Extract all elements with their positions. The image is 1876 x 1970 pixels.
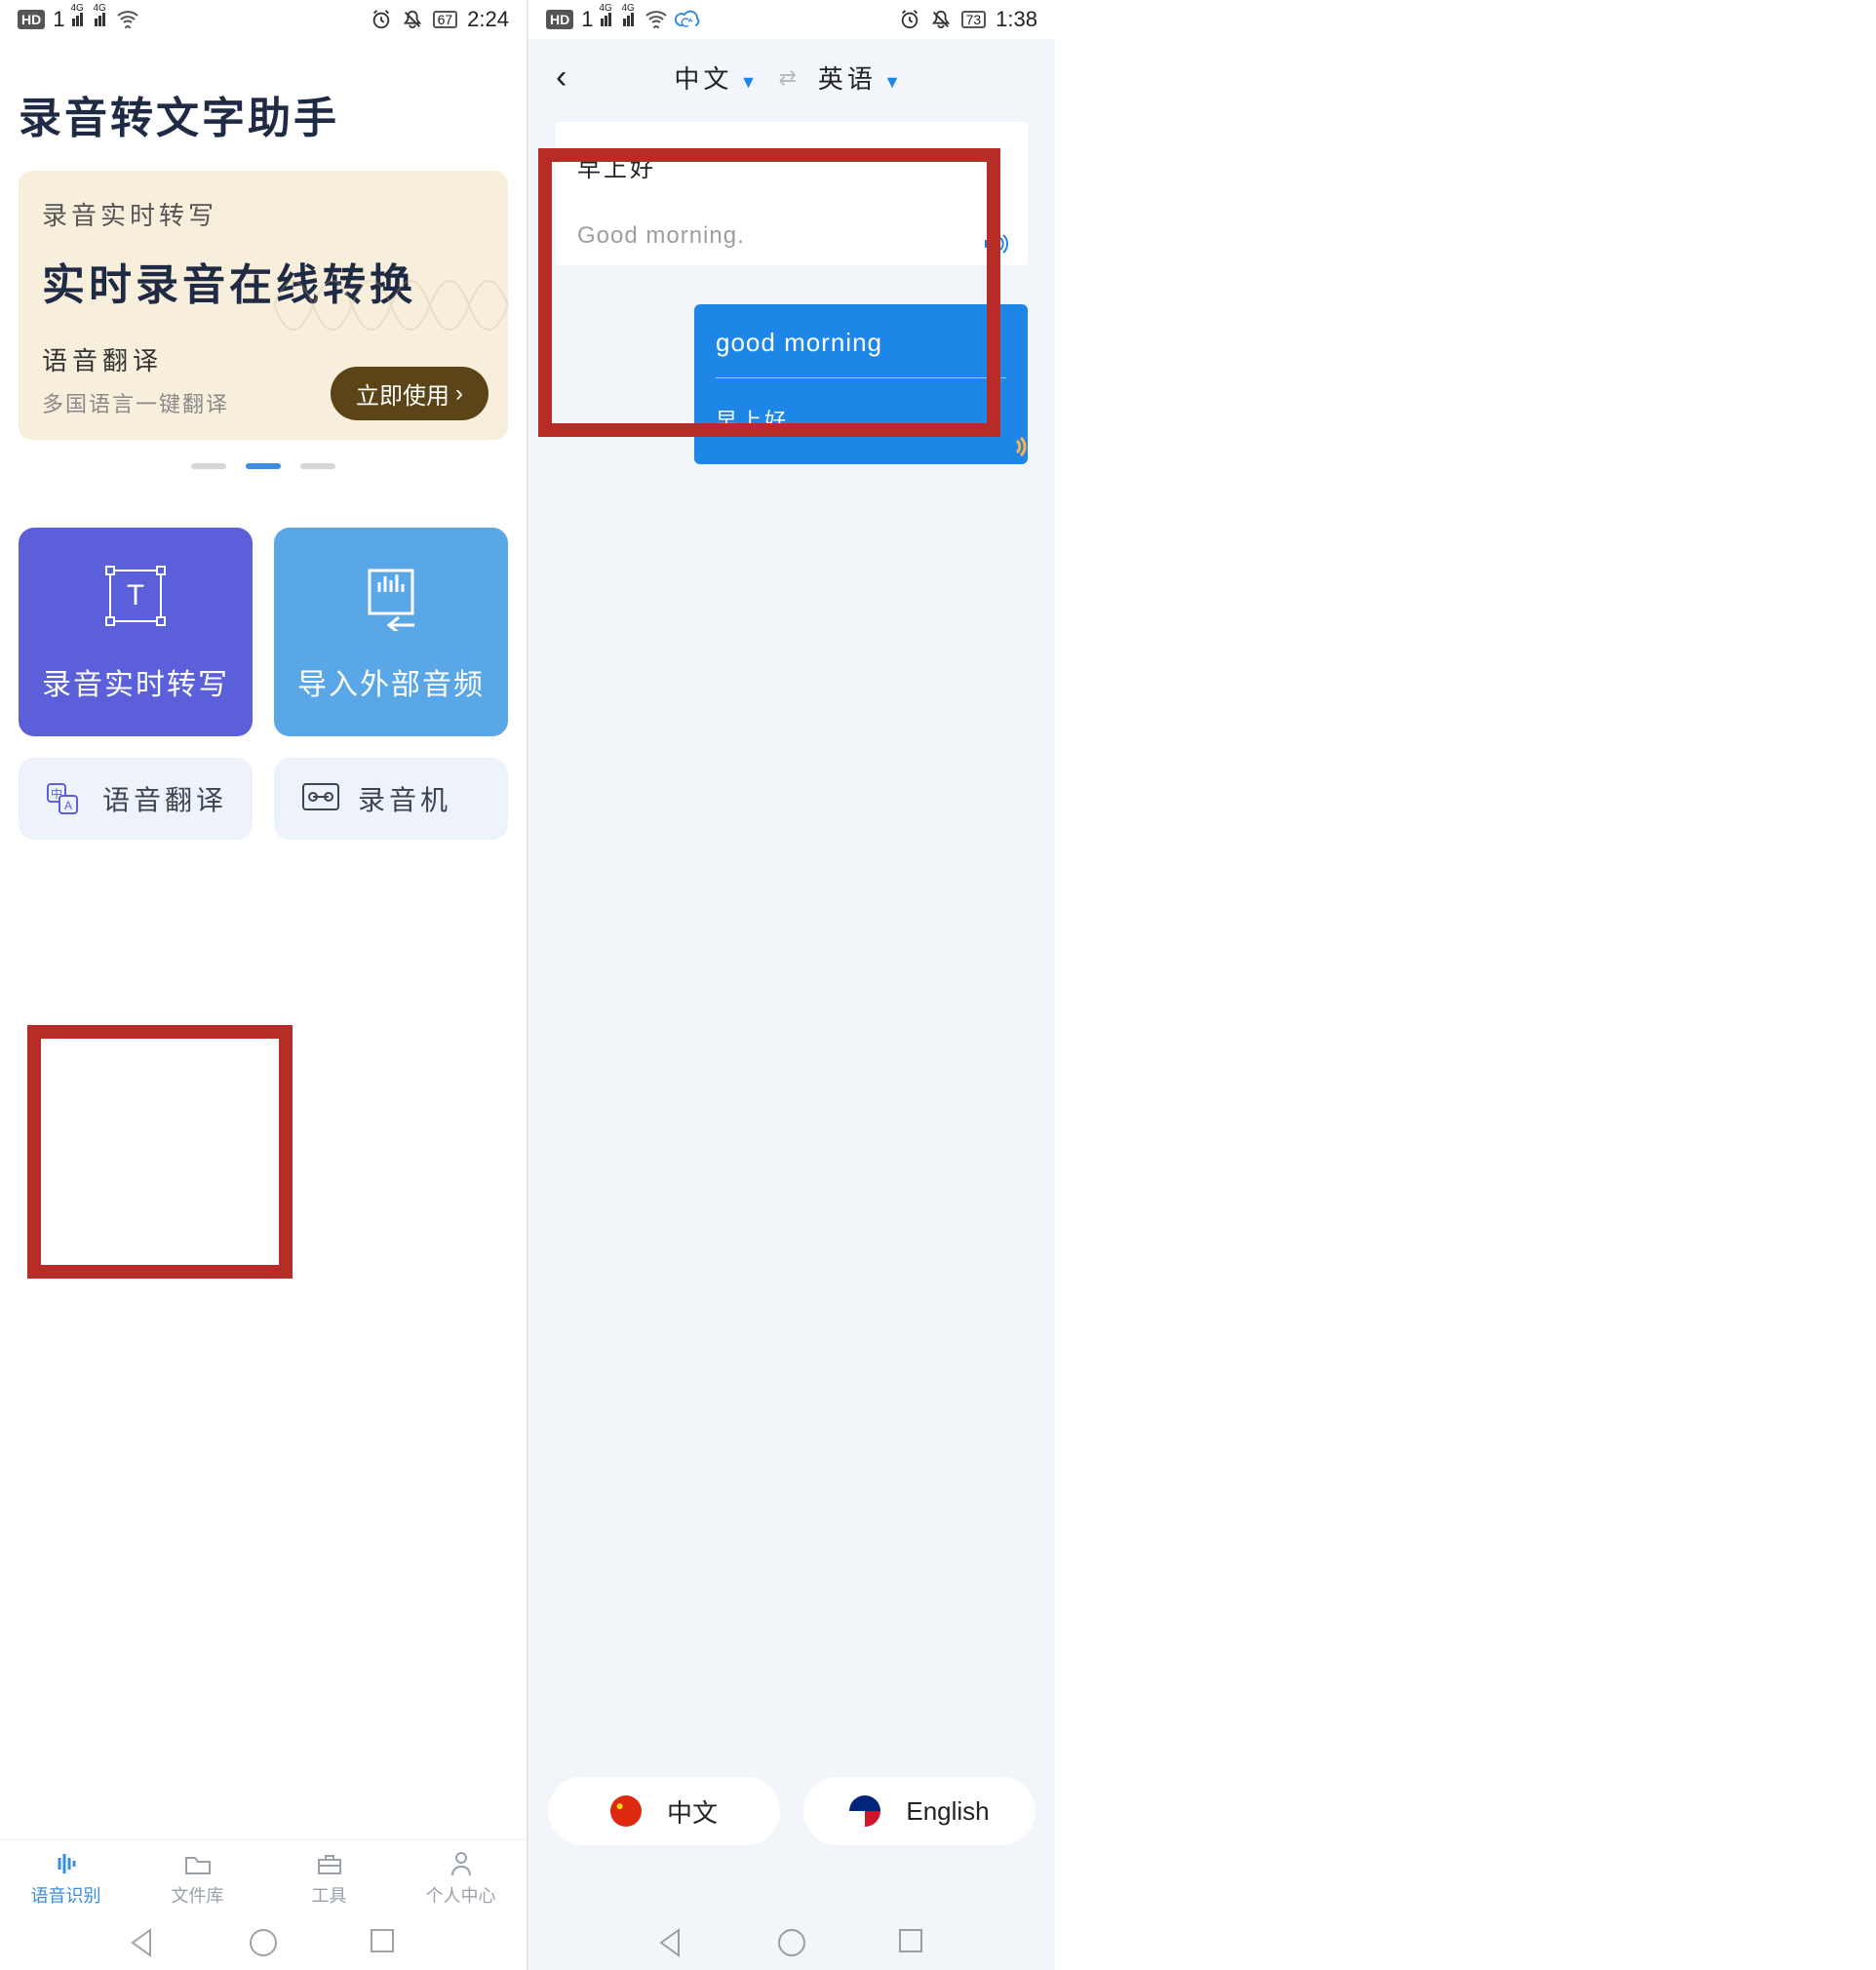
dot-2[interactable] <box>246 463 281 469</box>
svg-text:T: T <box>127 579 144 611</box>
status-bar: HD 1 4G 4G 67 2:24 <box>0 0 527 39</box>
mute-icon <box>402 9 423 30</box>
china-flag-icon <box>610 1795 642 1827</box>
card-label: 录音实时转写 <box>42 660 229 703</box>
message-source-text: good morning <box>716 328 1006 358</box>
card-label: 语音翻译 <box>102 779 227 818</box>
message-card-outgoing: good morning 早上好 <box>694 304 1028 464</box>
nav-back-icon[interactable] <box>126 1926 159 1959</box>
signal-icon: 4G <box>72 13 87 26</box>
card-recorder[interactable]: 录音机 <box>274 758 508 840</box>
divider <box>716 377 1006 378</box>
android-nav-bar <box>0 1915 527 1970</box>
svg-text:A: A <box>64 799 72 812</box>
dot-1[interactable] <box>191 463 226 469</box>
nav-recent-icon[interactable] <box>896 1926 929 1959</box>
hd-sub: 1 <box>53 7 64 32</box>
tab-voice-recognition[interactable]: 语音识别 <box>0 1840 132 1915</box>
nav-back-icon[interactable] <box>654 1926 687 1959</box>
speaker-icon[interactable] <box>983 232 1010 256</box>
alarm-icon <box>899 9 920 30</box>
message-source-text: 早上好 <box>577 149 1006 183</box>
time-label: 2:24 <box>467 7 509 32</box>
lang-button-english[interactable]: English <box>803 1777 1036 1845</box>
nav-recent-icon[interactable] <box>368 1926 401 1959</box>
lang-to-selector[interactable]: 英语 ▼ <box>818 59 901 96</box>
speaker-icon[interactable] <box>1014 435 1030 458</box>
person-icon <box>447 1849 476 1878</box>
toolbox-icon <box>315 1849 344 1878</box>
nav-home-icon[interactable] <box>775 1926 808 1959</box>
lang-button-chinese[interactable]: 中文 <box>548 1777 780 1845</box>
lang-from-selector[interactable]: 中文 ▼ <box>674 59 757 96</box>
chevron-down-icon: ▼ <box>740 72 758 92</box>
hero-big-label: 实时录音在线转换 <box>42 250 485 312</box>
chevron-right-icon: › <box>455 380 463 408</box>
hero-banner[interactable]: 录音实时转写 实时录音在线转换 语音翻译 多国语言一键翻译 立即使用 › <box>19 171 508 440</box>
wifi-icon <box>117 11 138 28</box>
uk-flag-icon <box>849 1795 880 1827</box>
hd-icon: HD <box>546 10 573 29</box>
time-label: 1:38 <box>996 7 1037 32</box>
tab-label: 语音识别 <box>31 1882 101 1908</box>
message-card-incoming: 早上好 Good morning. <box>556 122 1028 265</box>
chevron-down-icon: ▼ <box>883 72 901 92</box>
lang-button-label: English <box>906 1796 989 1827</box>
signal-icon: 4G <box>601 13 615 26</box>
import-audio-icon <box>356 561 426 631</box>
card-voice-translate[interactable]: 中A 语音翻译 <box>19 758 253 840</box>
text-transform-icon: T <box>100 561 171 631</box>
hero-cta-button[interactable]: 立即使用 › <box>331 367 489 420</box>
bottom-tab-bar: 语音识别 文件库 工具 个人中心 <box>0 1839 527 1915</box>
alarm-icon <box>371 9 392 30</box>
pagination-dots[interactable] <box>19 463 508 469</box>
waveform-icon <box>52 1849 81 1878</box>
back-button[interactable]: ‹ <box>546 59 576 97</box>
battery-icon: 73 <box>961 11 987 28</box>
wifi-icon <box>645 11 667 28</box>
translate-icon: 中A <box>46 782 79 815</box>
android-nav-bar <box>528 1915 1055 1970</box>
swap-languages-icon[interactable]: ⇄ <box>778 65 796 91</box>
cassette-icon <box>301 782 334 815</box>
phone-screen-right: HD 1 4G 4G 73 1:38 ‹ 中文 ▼ ⇄ 英语 ▼ <box>528 0 1055 1970</box>
cloud-sync-icon <box>675 10 700 29</box>
tab-tools[interactable]: 工具 <box>263 1840 395 1915</box>
card-label: 导入外部音频 <box>297 660 485 703</box>
signal-icon-2: 4G <box>95 13 109 26</box>
tab-label: 个人中心 <box>426 1882 496 1908</box>
hd-icon: HD <box>18 10 45 29</box>
folder-icon <box>183 1849 213 1878</box>
card-realtime-transcribe[interactable]: T 录音实时转写 <box>19 528 253 736</box>
cta-label: 立即使用 <box>356 376 449 411</box>
battery-icon: 67 <box>433 11 458 28</box>
tab-file-library[interactable]: 文件库 <box>132 1840 263 1915</box>
card-import-audio[interactable]: 导入外部音频 <box>274 528 508 736</box>
signal-icon-2: 4G <box>623 13 638 26</box>
message-translation-text: 早上好 <box>716 404 1006 435</box>
mute-icon <box>930 9 952 30</box>
tab-label: 工具 <box>312 1882 347 1908</box>
hd-sub: 1 <box>581 7 593 32</box>
phone-screen-left: HD 1 4G 4G 67 2:24 录音转文字助手 录音实时转写 实时录音在线… <box>0 0 527 1970</box>
dot-3[interactable] <box>300 463 335 469</box>
message-translation-text: Good morning. <box>577 222 1006 250</box>
blank-area <box>1055 0 1876 1970</box>
hero-small-label: 录音实时转写 <box>42 196 485 232</box>
lang-button-label: 中文 <box>667 1793 718 1830</box>
card-label: 录音机 <box>358 779 451 818</box>
nav-home-icon[interactable] <box>247 1926 280 1959</box>
status-bar: HD 1 4G 4G 73 1:38 <box>528 0 1055 39</box>
app-title: 录音转文字助手 <box>19 83 508 145</box>
tab-profile[interactable]: 个人中心 <box>395 1840 527 1915</box>
svg-text:中: 中 <box>51 786 62 801</box>
tab-label: 文件库 <box>172 1882 224 1908</box>
